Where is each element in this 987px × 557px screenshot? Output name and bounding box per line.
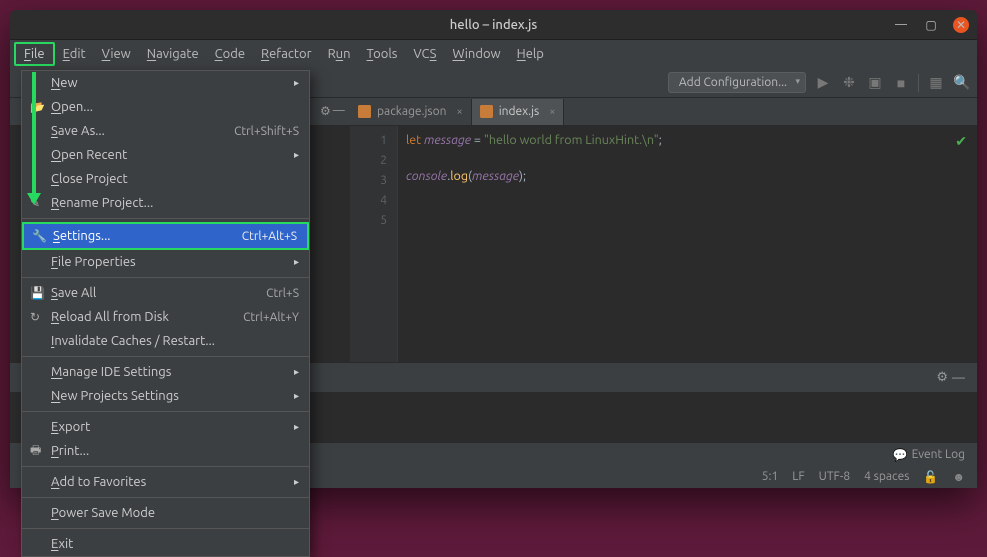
hide-icon[interactable]: —: [952, 371, 965, 385]
gear-icon: ⚙: [320, 104, 331, 118]
menubar: File Edit View Navigate Code Refactor Ru…: [10, 40, 977, 68]
file-dropdown: New▸📂Open...Save As...Ctrl+Shift+SOpen R…: [21, 70, 310, 557]
menu-separator: [22, 466, 309, 467]
menu-item-exit[interactable]: Exit: [22, 532, 309, 556]
analysis-ok-icon: ✔: [955, 132, 967, 150]
reload-icon: ↻: [30, 310, 44, 324]
menu-view[interactable]: View: [94, 44, 139, 64]
menu-item-open[interactable]: 📂Open...: [22, 95, 309, 119]
coverage-icon[interactable]: ▣: [866, 74, 884, 92]
search-icon[interactable]: 🔍: [953, 74, 971, 92]
add-configuration-button[interactable]: Add Configuration...: [668, 72, 806, 93]
menu-tools[interactable]: Tools: [359, 44, 406, 64]
tab-index-js[interactable]: index.js ×: [472, 99, 565, 125]
menu-refactor[interactable]: Refactor: [253, 44, 320, 64]
cursor-position[interactable]: 5:1: [762, 470, 779, 483]
menu-item-new[interactable]: New▸: [22, 71, 309, 95]
submenu-arrow-icon: ▸: [294, 149, 299, 161]
menu-navigate[interactable]: Navigate: [139, 44, 207, 64]
ide-window: hello – index.js — ▢ ✕ File Edit View Na…: [10, 10, 977, 488]
menu-item-print[interactable]: 🖶Print...: [22, 439, 309, 463]
menu-item-file-properties[interactable]: File Properties▸: [22, 250, 309, 274]
menu-item-settings[interactable]: 🔧Settings...Ctrl+Alt+S: [22, 222, 309, 250]
shortcut: Ctrl+Shift+S: [234, 125, 299, 138]
print-icon: 🖶: [30, 441, 44, 462]
menu-window[interactable]: Window: [444, 44, 508, 64]
submenu-arrow-icon: ▸: [294, 421, 299, 433]
annotation-arrow: [32, 72, 36, 202]
menu-item-manage-ide-settings[interactable]: Manage IDE Settings▸: [22, 360, 309, 384]
menu-item-save-all[interactable]: 💾Save AllCtrl+S: [22, 281, 309, 305]
debug-icon[interactable]: ❉: [840, 74, 858, 92]
readonly-lock-icon[interactable]: 🔓: [923, 470, 938, 484]
shortcut: Ctrl+Alt+Y: [243, 311, 299, 324]
minimize-icon[interactable]: —: [893, 17, 909, 33]
menu-item-power-save-mode[interactable]: Power Save Mode: [22, 501, 309, 525]
menu-item-new-projects-settings[interactable]: New Projects Settings▸: [22, 384, 309, 408]
speech-bubble-icon: 💬: [893, 448, 908, 462]
menu-item-close-project[interactable]: Close Project: [22, 167, 309, 191]
close-tab-icon[interactable]: ×: [549, 106, 555, 118]
submenu-arrow-icon: ▸: [294, 390, 299, 402]
inspections-icon[interactable]: ☻: [952, 470, 965, 484]
line-separator[interactable]: LF: [792, 470, 804, 483]
maximize-icon[interactable]: ▢: [923, 17, 939, 33]
menu-item-open-recent[interactable]: Open Recent▸: [22, 143, 309, 167]
submenu-arrow-icon: ▸: [294, 77, 299, 89]
submenu-arrow-icon: ▸: [294, 366, 299, 378]
menu-separator: [22, 277, 309, 278]
indent-setting[interactable]: 4 spaces: [864, 470, 909, 483]
shortcut: Ctrl+Alt+S: [242, 230, 297, 243]
menu-separator: [22, 218, 309, 219]
menu-file[interactable]: File: [14, 42, 55, 66]
js-file-icon: [480, 105, 493, 118]
shortcut: Ctrl+S: [266, 287, 299, 300]
code-body[interactable]: let message = "hello world from LinuxHin…: [398, 126, 977, 362]
file-encoding[interactable]: UTF-8: [819, 470, 850, 483]
menu-run[interactable]: Run: [320, 44, 359, 64]
separator: [918, 74, 919, 92]
menu-item-save-as[interactable]: Save As...Ctrl+Shift+S: [22, 119, 309, 143]
menu-edit[interactable]: Edit: [55, 44, 94, 64]
run-icon[interactable]: ▶: [814, 74, 832, 92]
line-gutter: 1 2 3 4 5: [350, 126, 398, 362]
titlebar: hello – index.js — ▢ ✕: [10, 10, 977, 40]
menu-item-invalidate-caches-restart[interactable]: Invalidate Caches / Restart...: [22, 329, 309, 353]
json-file-icon: [358, 105, 371, 118]
menu-code[interactable]: Code: [207, 44, 253, 64]
event-log-button[interactable]: 💬 Event Log: [893, 448, 965, 462]
menu-separator: [22, 528, 309, 529]
menu-item-export[interactable]: Export▸: [22, 415, 309, 439]
close-tab-icon[interactable]: ×: [456, 106, 462, 118]
window-title: hello – index.js: [450, 18, 537, 32]
menu-item-add-to-favorites[interactable]: Add to Favorites▸: [22, 470, 309, 494]
menu-separator: [22, 497, 309, 498]
gear-icon[interactable]: ⚙: [936, 370, 948, 385]
close-icon[interactable]: ✕: [953, 17, 969, 33]
window-controls: — ▢ ✕: [893, 17, 969, 33]
wrench-icon: 🔧: [32, 229, 46, 243]
menu-item-rename-project[interactable]: ✎Rename Project...: [22, 191, 309, 215]
tab-package-json[interactable]: package.json ×: [350, 99, 472, 125]
menu-separator: [22, 356, 309, 357]
submenu-arrow-icon: ▸: [294, 476, 299, 488]
save-icon: 💾: [30, 286, 44, 300]
menu-separator: [22, 411, 309, 412]
tool-window-settings[interactable]: ⚙—: [320, 104, 345, 118]
project-structure-icon[interactable]: ▦: [927, 74, 945, 92]
menu-vcs[interactable]: VCS: [405, 44, 444, 64]
menu-item-reload-all-from-disk[interactable]: ↻Reload All from DiskCtrl+Alt+Y: [22, 305, 309, 329]
menu-help[interactable]: Help: [509, 44, 552, 64]
submenu-arrow-icon: ▸: [294, 256, 299, 268]
stop-icon[interactable]: ■: [892, 74, 910, 92]
